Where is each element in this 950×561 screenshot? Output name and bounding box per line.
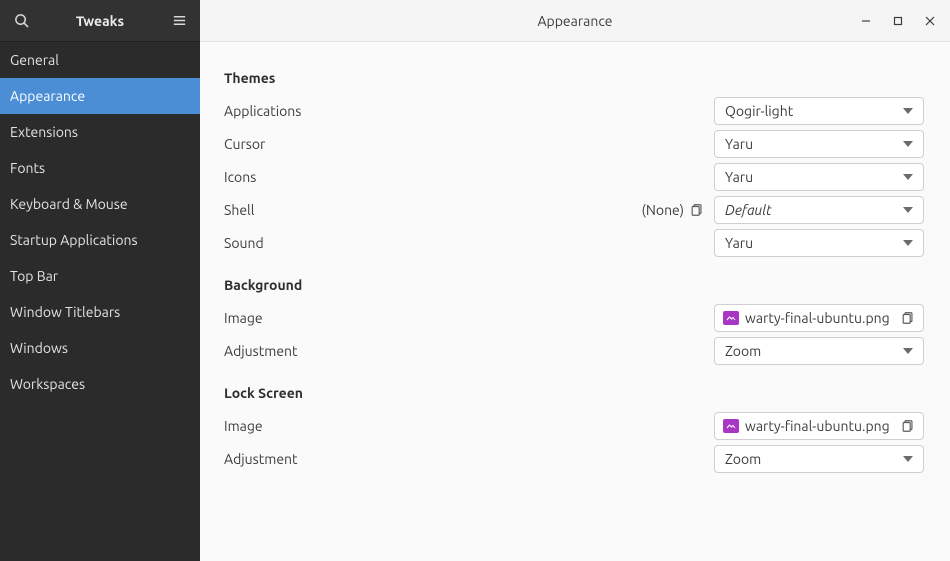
sidebar: Tweaks General Appearance Extensions Fon… — [0, 0, 200, 561]
sidebar-item-keyboard-mouse[interactable]: Keyboard & Mouse — [0, 186, 200, 222]
sidebar-item-extensions[interactable]: Extensions — [0, 114, 200, 150]
chevron-down-icon — [903, 207, 913, 213]
file-open-icon — [690, 203, 704, 217]
chevron-down-icon — [903, 456, 913, 462]
row-label: Image — [224, 418, 714, 434]
shell-none-text: (None) — [641, 202, 684, 218]
row-label: Adjustment — [224, 343, 714, 359]
image-thumb-icon — [723, 419, 739, 433]
dropdown-value: Yaru — [725, 169, 903, 185]
sidebar-item-fonts[interactable]: Fonts — [0, 150, 200, 186]
sidebar-item-label: Workspaces — [10, 376, 85, 392]
dropdown-value: Default — [725, 202, 903, 218]
sidebar-item-label: Startup Applications — [10, 232, 138, 248]
icons-theme-dropdown[interactable]: Yaru — [714, 163, 924, 191]
shell-file-chooser[interactable]: (None) — [641, 202, 704, 218]
background-image-chooser[interactable]: warty-final-ubuntu.png — [714, 304, 924, 332]
sidebar-header: Tweaks — [0, 0, 200, 42]
row-lockscreen-adjustment: Adjustment Zoom — [224, 442, 924, 475]
shell-theme-dropdown[interactable]: Default — [714, 196, 924, 224]
file-open-icon — [901, 311, 915, 325]
dropdown-value: Qogir-light — [725, 103, 903, 119]
chevron-down-icon — [903, 141, 913, 147]
search-icon[interactable] — [8, 8, 34, 34]
dropdown-value: Zoom — [725, 343, 903, 359]
sidebar-item-label: Window Titlebars — [10, 304, 120, 320]
sidebar-item-top-bar[interactable]: Top Bar — [0, 258, 200, 294]
maximize-button[interactable] — [884, 7, 912, 35]
sidebar-nav: General Appearance Extensions Fonts Keyb… — [0, 42, 200, 402]
cursor-theme-dropdown[interactable]: Yaru — [714, 130, 924, 158]
main: Appearance Themes Applications Qogir-lig… — [200, 0, 950, 561]
row-background-adjustment: Adjustment Zoom — [224, 334, 924, 367]
chevron-down-icon — [903, 108, 913, 114]
file-open-icon — [901, 419, 915, 433]
filename: warty-final-ubuntu.png — [745, 310, 895, 326]
sidebar-title: Tweaks — [34, 13, 166, 29]
row-background-image: Image warty-final-ubuntu.png — [224, 301, 924, 334]
row-icons: Icons Yaru — [224, 160, 924, 193]
hamburger-menu-icon[interactable] — [166, 8, 192, 34]
sidebar-item-label: Keyboard & Mouse — [10, 196, 128, 212]
dropdown-value: Zoom — [725, 451, 903, 467]
row-applications: Applications Qogir-light — [224, 94, 924, 127]
minimize-button[interactable] — [852, 7, 880, 35]
content-area: Themes Applications Qogir-light Cursor Y… — [200, 42, 950, 561]
sidebar-item-label: Top Bar — [10, 268, 58, 284]
close-button[interactable] — [916, 7, 944, 35]
sidebar-item-general[interactable]: General — [0, 42, 200, 78]
chevron-down-icon — [903, 240, 913, 246]
sidebar-item-windows[interactable]: Windows — [0, 330, 200, 366]
filename: warty-final-ubuntu.png — [745, 418, 895, 434]
sidebar-item-label: Appearance — [10, 88, 85, 104]
sidebar-item-startup-applications[interactable]: Startup Applications — [0, 222, 200, 258]
sidebar-item-label: Extensions — [10, 124, 78, 140]
section-heading-themes: Themes — [224, 70, 924, 86]
image-thumb-icon — [723, 311, 739, 325]
row-label: Image — [224, 310, 714, 326]
sound-theme-dropdown[interactable]: Yaru — [714, 229, 924, 257]
sidebar-item-label: Windows — [10, 340, 68, 356]
chevron-down-icon — [903, 348, 913, 354]
row-shell: Shell (None) Default — [224, 193, 924, 226]
row-label: Shell — [224, 202, 641, 218]
titlebar: Appearance — [200, 0, 950, 42]
row-label: Cursor — [224, 136, 714, 152]
window-title: Appearance — [537, 13, 612, 29]
section-heading-background: Background — [224, 277, 924, 293]
sidebar-item-workspaces[interactable]: Workspaces — [0, 366, 200, 402]
chevron-down-icon — [903, 174, 913, 180]
window-controls — [852, 0, 944, 41]
row-label: Applications — [224, 103, 714, 119]
dropdown-value: Yaru — [725, 235, 903, 251]
sidebar-item-window-titlebars[interactable]: Window Titlebars — [0, 294, 200, 330]
sidebar-item-label: Fonts — [10, 160, 45, 176]
section-heading-lock-screen: Lock Screen — [224, 385, 924, 401]
dropdown-value: Yaru — [725, 136, 903, 152]
row-sound: Sound Yaru — [224, 226, 924, 259]
row-label: Icons — [224, 169, 714, 185]
sidebar-item-appearance[interactable]: Appearance — [0, 78, 200, 114]
lockscreen-image-chooser[interactable]: warty-final-ubuntu.png — [714, 412, 924, 440]
row-label: Adjustment — [224, 451, 714, 467]
applications-theme-dropdown[interactable]: Qogir-light — [714, 97, 924, 125]
row-lockscreen-image: Image warty-final-ubuntu.png — [224, 409, 924, 442]
lockscreen-adjustment-dropdown[interactable]: Zoom — [714, 445, 924, 473]
row-cursor: Cursor Yaru — [224, 127, 924, 160]
background-adjustment-dropdown[interactable]: Zoom — [714, 337, 924, 365]
sidebar-item-label: General — [10, 52, 59, 68]
row-label: Sound — [224, 235, 714, 251]
